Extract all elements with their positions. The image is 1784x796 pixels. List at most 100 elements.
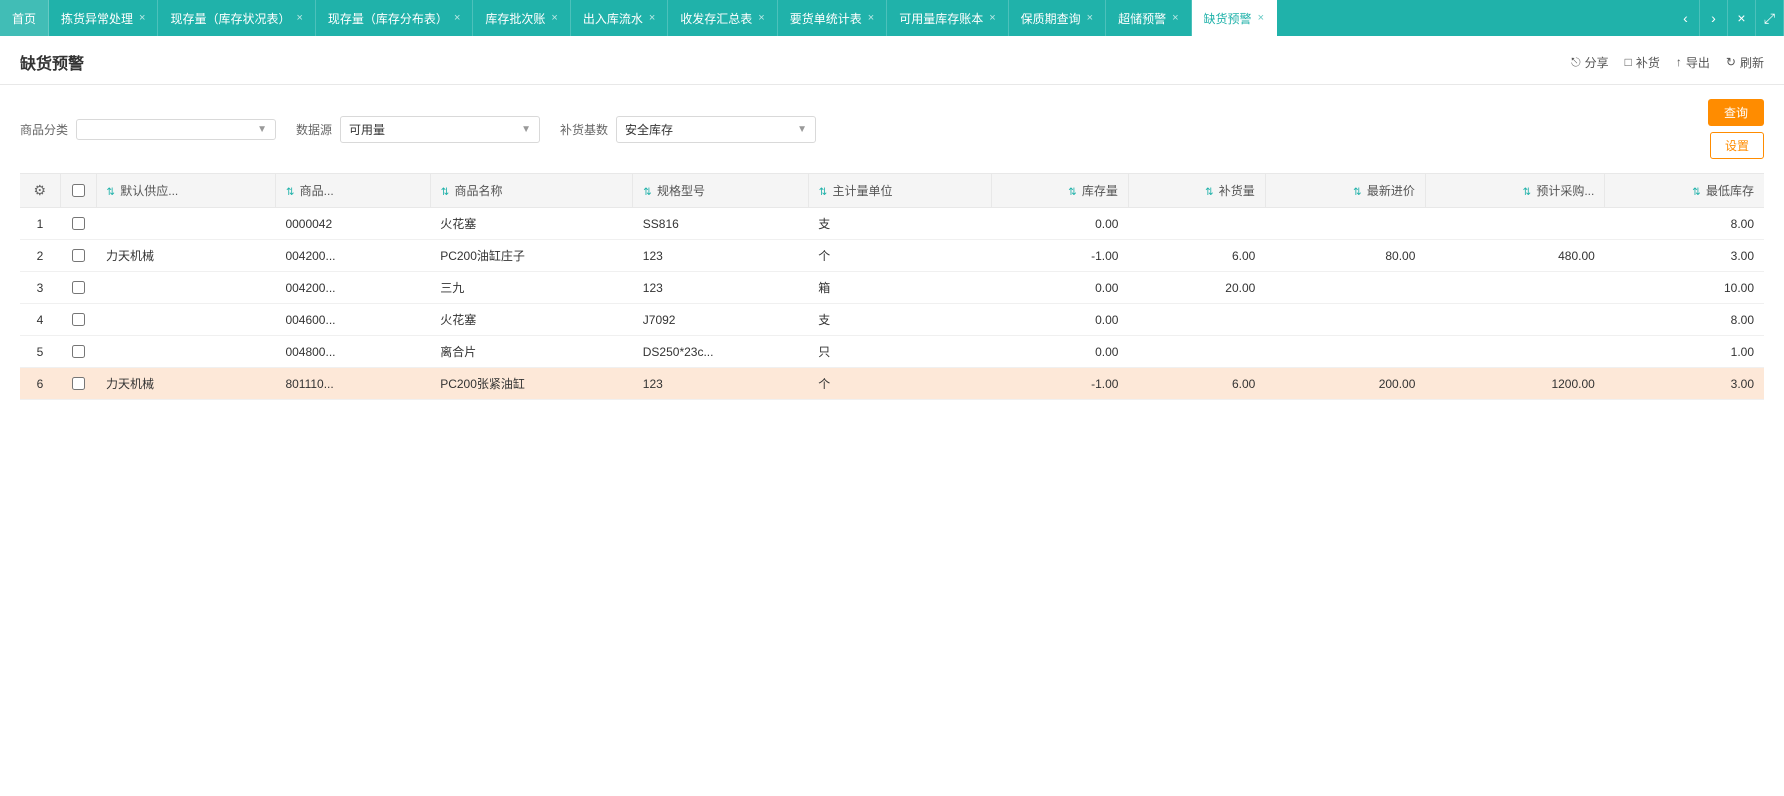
settings-button[interactable]: 设置: [1710, 132, 1764, 159]
cell-check-4[interactable]: [60, 336, 96, 368]
cell-check-3[interactable]: [60, 304, 96, 336]
settings-icon[interactable]: ⚙: [33, 182, 46, 198]
cell-min-stock-5: 3.00: [1605, 368, 1764, 400]
cell-est-purchase-4: [1425, 336, 1604, 368]
table-row: 4 004600... 火花塞 J7092 支 0.00 8.00: [20, 304, 1764, 336]
tab-stock-dist-close[interactable]: ×: [454, 12, 460, 24]
tab-batch-account[interactable]: 库存批次账 ×: [473, 0, 570, 36]
tab-prev-btn[interactable]: ‹: [1672, 0, 1700, 36]
cell-price-4: [1265, 336, 1425, 368]
col-header-min-stock[interactable]: ⇅ 最低库存: [1605, 174, 1764, 208]
cell-unit-3: 支: [808, 304, 991, 336]
replenish-button[interactable]: □ 补货: [1625, 54, 1660, 71]
cell-stock-2: 0.00: [992, 272, 1129, 304]
row-checkbox-4[interactable]: [72, 345, 85, 358]
tab-receive-summary[interactable]: 收发存汇总表 ×: [668, 0, 777, 36]
tab-stock-status[interactable]: 现存量（库存状况表） ×: [158, 0, 315, 36]
page-title: 缺货预警: [20, 50, 84, 74]
cell-min-stock-2: 10.00: [1605, 272, 1764, 304]
refresh-icon: ↻: [1726, 55, 1736, 69]
cell-stock-3: 0.00: [992, 304, 1129, 336]
col-header-supplement[interactable]: ⇅ 补货量: [1128, 174, 1265, 208]
cell-goods-code-1: 004200...: [275, 240, 430, 272]
refresh-button[interactable]: ↻ 刷新: [1726, 54, 1764, 71]
tab-receive-summary-close[interactable]: ×: [758, 12, 764, 24]
tab-stock-status-close[interactable]: ×: [296, 12, 302, 24]
table-body: 1 0000042 火花塞 SS816 支 0.00 8.00 2 力天机械 0…: [20, 208, 1764, 400]
tab-available-ledger[interactable]: 可用量库存账本 ×: [887, 0, 1008, 36]
tab-fullscreen-btn[interactable]: ⤢: [1756, 0, 1784, 36]
tab-available-ledger-close[interactable]: ×: [989, 12, 995, 24]
tab-exception[interactable]: 拣货异常处理 ×: [49, 0, 158, 36]
cell-stock-0: 0.00: [992, 208, 1129, 240]
col-header-check[interactable]: [60, 174, 96, 208]
col-header-spec[interactable]: ⇅ 规格型号: [633, 174, 809, 208]
cell-check-1[interactable]: [60, 240, 96, 272]
cell-price-0: [1265, 208, 1425, 240]
datasource-label: 数据源: [296, 121, 332, 138]
cell-check-0[interactable]: [60, 208, 96, 240]
cell-supplier-0: [96, 208, 275, 240]
cell-check-2[interactable]: [60, 272, 96, 304]
col-header-stock[interactable]: ⇅ 库存量: [992, 174, 1129, 208]
col-header-unit[interactable]: ⇅ 主计量单位: [808, 174, 991, 208]
row-checkbox-0[interactable]: [72, 217, 85, 230]
tab-order-stat[interactable]: 要货单统计表 ×: [778, 0, 887, 36]
tab-order-stat-close[interactable]: ×: [868, 12, 874, 24]
datasource-arrow-icon: ▼: [521, 124, 531, 135]
col-header-supplier[interactable]: ⇅ 默认供应...: [96, 174, 275, 208]
share-button[interactable]: ⎋ 分享: [1571, 54, 1609, 71]
cell-check-5[interactable]: [60, 368, 96, 400]
col-header-goods-code[interactable]: ⇅ 商品...: [275, 174, 430, 208]
tab-exception-close[interactable]: ×: [139, 12, 145, 24]
tab-nav-btns: ‹ › × ⤢: [1672, 0, 1784, 36]
col-header-est-purchase[interactable]: ⇅ 预计采购...: [1425, 174, 1604, 208]
cell-supplement-2: 20.00: [1128, 272, 1265, 304]
cell-supplier-2: [96, 272, 275, 304]
tab-stock-dist[interactable]: 现存量（库存分布表） ×: [316, 0, 473, 36]
tab-close-all-btn[interactable]: ×: [1728, 0, 1756, 36]
cell-min-stock-0: 8.00: [1605, 208, 1764, 240]
tab-shortage-close[interactable]: ×: [1258, 12, 1264, 24]
col-header-goods-name[interactable]: ⇅ 商品名称: [430, 174, 633, 208]
row-checkbox-2[interactable]: [72, 281, 85, 294]
sort-est-purchase-icon: ⇅: [1523, 187, 1531, 198]
cell-stock-1: -1.00: [992, 240, 1129, 272]
tab-batch-account-close[interactable]: ×: [551, 12, 557, 24]
category-label: 商品分类: [20, 121, 68, 138]
cell-goods-code-4: 004800...: [275, 336, 430, 368]
cell-supplier-3: [96, 304, 275, 336]
header-checkbox[interactable]: [72, 184, 85, 197]
cell-supplier-4: [96, 336, 275, 368]
cell-price-3: [1265, 304, 1425, 336]
export-button[interactable]: ↑ 导出: [1676, 54, 1710, 71]
row-checkbox-1[interactable]: [72, 249, 85, 262]
cell-price-2: [1265, 272, 1425, 304]
tab-overstock[interactable]: 超储预警 ×: [1106, 0, 1191, 36]
sort-supplier-icon: ⇅: [107, 187, 115, 198]
replenish-base-value: 安全库存: [625, 121, 673, 138]
cell-est-purchase-3: [1425, 304, 1604, 336]
tab-home[interactable]: 首页: [0, 0, 49, 36]
cell-unit-5: 个: [808, 368, 991, 400]
cell-spec-0: SS816: [633, 208, 809, 240]
col-header-price[interactable]: ⇅ 最新进价: [1265, 174, 1425, 208]
tab-next-btn[interactable]: ›: [1700, 0, 1728, 36]
query-button[interactable]: 查询: [1708, 99, 1764, 126]
datasource-select[interactable]: 可用量 ▼: [340, 116, 540, 143]
cell-unit-1: 个: [808, 240, 991, 272]
cell-index-3: 4: [20, 304, 60, 336]
tab-shortage[interactable]: 缺货预警 ×: [1192, 0, 1277, 36]
category-select[interactable]: ▼: [76, 119, 276, 140]
cell-goods-name-3: 火花塞: [430, 304, 633, 336]
tab-overstock-close[interactable]: ×: [1172, 12, 1178, 24]
row-checkbox-5[interactable]: [72, 377, 85, 390]
row-checkbox-3[interactable]: [72, 313, 85, 326]
col-header-settings[interactable]: ⚙: [20, 174, 60, 208]
tab-expiry-query-close[interactable]: ×: [1087, 12, 1093, 24]
tab-inout-flow[interactable]: 出入库流水 ×: [571, 0, 668, 36]
tab-expiry-query[interactable]: 保质期查询 ×: [1009, 0, 1106, 36]
tab-inout-flow-close[interactable]: ×: [649, 12, 655, 24]
replenish-base-select[interactable]: 安全库存 ▼: [616, 116, 816, 143]
sort-supplement-icon: ⇅: [1205, 187, 1213, 198]
